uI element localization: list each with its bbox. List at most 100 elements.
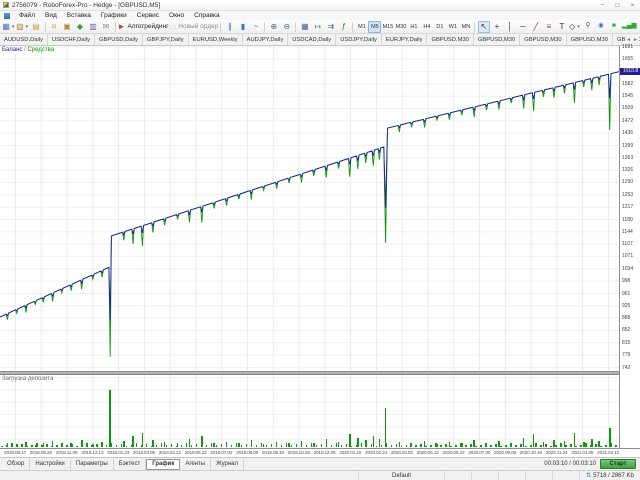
status-message-cell <box>0 471 359 480</box>
chart-tab-10[interactable]: GBPUSD,M30 <box>474 34 521 45</box>
navigator-icon[interactable]: ◆ <box>74 21 86 33</box>
indicators-icon[interactable]: ƒ <box>338 21 350 33</box>
menu-item-4[interactable]: Сервис <box>132 12 164 19</box>
balance-equity-chart[interactable]: Баланс / Средства <box>0 46 619 371</box>
toolbox-icon[interactable]: ▥ <box>87 21 99 33</box>
chart-tab-7[interactable]: USDJPY,Daily <box>336 34 382 45</box>
connection-status-icon[interactable]: ▂▄▆ <box>621 21 638 33</box>
tester-tab-2[interactable]: Параметры <box>71 458 114 470</box>
chart-tab-2[interactable]: GBPUSD,Daily <box>95 34 143 45</box>
zoom-in-icon[interactable]: ⊕ <box>268 21 280 33</box>
menu-item-5[interactable]: Окно <box>164 12 189 19</box>
chart-tab-1[interactable]: USDCHF,Daily <box>48 34 95 45</box>
horizontal-line-icon[interactable]: ─ <box>517 21 529 33</box>
tester-tab-4[interactable]: График <box>146 458 181 470</box>
deposit-load-bar-minor <box>51 446 53 447</box>
tester-tab-3[interactable]: Бэктест <box>114 458 147 470</box>
chart-tab-11[interactable]: GBPUSD,M30 <box>520 34 567 45</box>
community-icon[interactable]: ◉ <box>595 21 607 33</box>
zoom-out-icon: ⊖ <box>283 21 291 31</box>
timeframe-d1-button[interactable]: D1 <box>433 21 446 33</box>
line-chart-icon[interactable]: ~ <box>250 21 262 33</box>
chart-tab-9[interactable]: GBPUSD,M30 <box>427 34 474 45</box>
menu-item-0[interactable]: Файл <box>14 12 40 19</box>
new-order-button[interactable]: ▭ Новый ордер <box>169 21 219 33</box>
zoom-out-icon[interactable]: ⊖ <box>281 21 293 33</box>
deposit-load-bar-minor <box>160 443 163 447</box>
objects-icon[interactable]: ◇ ▼ <box>569 21 581 33</box>
chart-tab-6[interactable]: USDCAD,Daily <box>288 34 337 45</box>
deposit-load-bar-minor <box>390 445 393 447</box>
maximize-button[interactable]: □ <box>610 0 625 10</box>
text-icon[interactable]: T <box>556 21 568 33</box>
timeframe-h1-button[interactable]: H1 <box>407 21 420 33</box>
vps-icon[interactable]: ■ <box>608 21 620 33</box>
start-button[interactable]: Старт <box>600 459 636 469</box>
deposit-load-bar <box>532 434 535 447</box>
deposit-load-panel[interactable]: Загрузка депозита <box>0 375 619 448</box>
tester-tab-1[interactable]: Настройки <box>30 458 71 470</box>
data-window-icon: ▣ <box>63 21 71 31</box>
timeframe-h4-button[interactable]: H4 <box>420 21 433 33</box>
data-window-icon[interactable]: ▣ <box>61 21 73 33</box>
menu-item-1[interactable]: Вид <box>40 12 62 19</box>
new-chart-icon[interactable]: ▦ ▼ <box>2 21 15 33</box>
deposit-load-bar-minor <box>290 445 293 447</box>
system-menu-icon[interactable] <box>4 12 10 19</box>
crosshair-icon[interactable]: + <box>491 21 503 33</box>
dropdown-arrow-icon: ▼ <box>24 24 30 29</box>
menu-item-3[interactable]: Графики <box>96 12 132 19</box>
fibonacci-icon[interactable]: ≡ <box>543 21 555 33</box>
price-axis[interactable]: 1618.8 1691 1655 1618 1582 1545 1509 1472 1436 1… <box>619 44 640 448</box>
tab-scroll-left-icon[interactable]: ◄ <box>626 37 631 43</box>
algo-trading-button[interactable]: ► Алготрейдинг <box>118 21 169 33</box>
auto-scroll-icon[interactable]: ↦ <box>312 21 324 33</box>
deposit-load-bar <box>337 442 340 447</box>
deposit-load-bar-minor <box>545 443 547 447</box>
data-folder-icon[interactable]: ▤ <box>30 21 42 33</box>
price-axis-label: 1253 <box>622 191 634 198</box>
deposit-load-bar-minor <box>150 446 153 447</box>
chart-tab-4[interactable]: EURUSD,Weekly <box>189 34 243 45</box>
candles-icon[interactable]: ▮ <box>237 21 249 33</box>
deposit-load-bar-minor <box>265 445 268 447</box>
tester-tab-5[interactable]: Агенты <box>180 458 212 470</box>
timeframe-mn-button[interactable]: MN <box>459 21 472 33</box>
vertical-line-icon[interactable]: │ <box>504 21 516 33</box>
chart-tab-12[interactable]: GBPUSD,M30 <box>567 34 613 45</box>
time-axis[interactable]: 2018.08.17 2018.09.26 2018.11.05 2018.12.13… <box>0 448 640 457</box>
tile-windows-icon[interactable]: ▦ <box>299 21 311 33</box>
menu-item-2[interactable]: Вставка <box>62 12 96 19</box>
chart-tab-0[interactable]: AUDUSD,Daily <box>0 34 48 45</box>
deposit-load-bar-minor <box>46 443 48 447</box>
mail-icon[interactable]: ✉ <box>100 21 112 33</box>
bars-icon[interactable]: ∥ <box>224 21 236 33</box>
chart-tab-8[interactable]: EURJPY,Daily <box>382 34 428 45</box>
timeframe-m15-button[interactable]: M15 <box>381 21 394 33</box>
tester-tab-0[interactable]: Обзор <box>2 458 31 470</box>
tab-scroll-right-icon[interactable]: ► <box>633 37 638 43</box>
chart-tab-3[interactable]: GBPJPY,Daily <box>143 34 189 45</box>
close-button[interactable]: × <box>625 0 640 10</box>
menu-item-6[interactable]: Справка <box>189 12 225 19</box>
cursor-icon[interactable]: ↖ <box>477 20 490 33</box>
timeframe-m1-button[interactable]: M1 <box>355 21 368 33</box>
deposit-load-bar-minor <box>280 444 283 447</box>
search-icon[interactable]: ⚲ <box>582 21 594 33</box>
tester-tab-6[interactable]: Журнал <box>211 458 245 470</box>
profiles-icon[interactable]: ▧ ▼ <box>16 21 29 33</box>
deposit-load-bar-minor <box>120 443 123 447</box>
auto-scroll-icon: ↦ <box>314 21 322 31</box>
price-axis-label: 1363 <box>622 154 634 161</box>
chart-shift-icon[interactable]: ⇉ <box>325 21 337 33</box>
trendline-icon[interactable]: ╱ <box>530 21 542 33</box>
chart-tab-5[interactable]: AUDJPY,Daily <box>243 34 289 45</box>
timeframe-w1-button[interactable]: W1 <box>446 21 459 33</box>
time-axis-label: 2019.08.09 <box>236 451 259 456</box>
profile-cell[interactable]: Default <box>359 471 445 480</box>
timeframe-m30-button[interactable]: M30 <box>394 21 407 33</box>
deposit-load-bar-minor <box>135 443 138 447</box>
market-watch-icon[interactable]: ¤ <box>48 21 60 33</box>
timeframe-m5-button[interactable]: M5 <box>368 20 382 33</box>
minimize-button[interactable]: − <box>595 0 610 10</box>
